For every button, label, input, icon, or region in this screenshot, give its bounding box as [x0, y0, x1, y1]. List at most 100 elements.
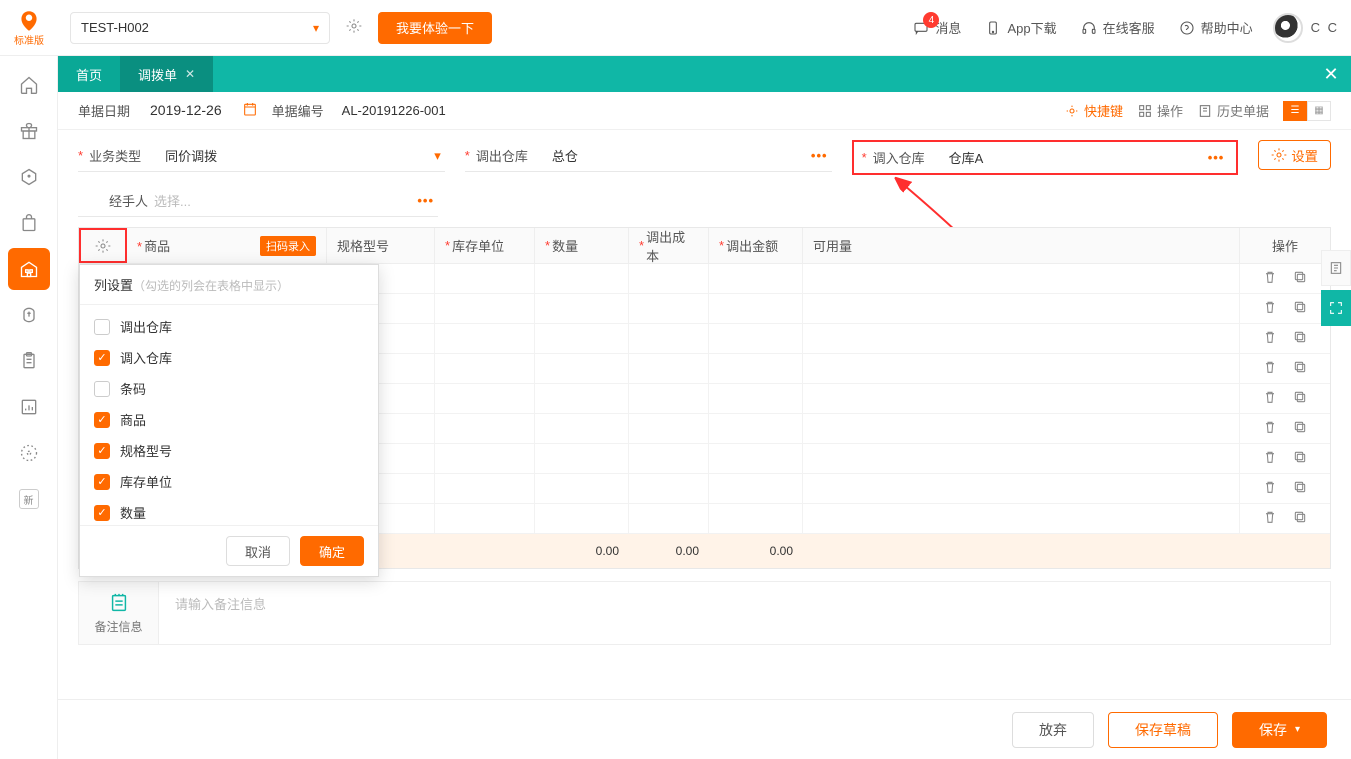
colpop-item-label: 条码 [120, 379, 146, 398]
colpop-item-label: 数量 [120, 503, 146, 522]
operate-link[interactable]: 操作 [1137, 101, 1183, 120]
copy-icon[interactable] [1292, 479, 1308, 498]
settings-button[interactable]: 设置 [1258, 140, 1331, 170]
view-list[interactable]: ☰ [1283, 101, 1307, 121]
field-out-warehouse[interactable]: *调出仓库 总仓 ••• [465, 140, 832, 172]
fullscreen-toggle[interactable] [1321, 290, 1351, 326]
rail-network[interactable] [8, 432, 50, 474]
column-settings-popover: 列设置（勾选的列会在表格中显示） 调出仓库✓调入仓库条码✓商品✓规格型号✓库存单… [79, 264, 379, 577]
close-icon[interactable]: ✕ [185, 67, 195, 81]
chevron-down-icon: ▾ [1295, 724, 1300, 735]
col-qty: *数量 [535, 228, 629, 263]
settings-icon[interactable] [346, 18, 362, 37]
date-value[interactable]: 2019-12-26 [144, 100, 228, 121]
trial-button[interactable]: 我要体验一下 [378, 12, 492, 44]
side-panel-toggle[interactable] [1321, 250, 1351, 286]
delete-icon[interactable] [1262, 419, 1278, 438]
col-unit: *库存单位 [435, 228, 535, 263]
remark-input[interactable]: 请输入备注信息 [159, 582, 1330, 644]
total-cost: 0.00 [629, 544, 709, 558]
field-in-warehouse[interactable]: *调入仓库 仓库A ••• [852, 140, 1239, 175]
save-button[interactable]: 保存▾ [1232, 712, 1327, 748]
copy-icon[interactable] [1292, 329, 1308, 348]
tab-home[interactable]: 首页 [58, 56, 120, 92]
rail-home[interactable] [8, 64, 50, 106]
colpop-item[interactable]: ✓规格型号 [80, 435, 378, 466]
colpop-cancel[interactable]: 取消 [226, 536, 290, 566]
rail-report[interactable] [8, 386, 50, 428]
rail-money[interactable] [8, 294, 50, 336]
checkbox[interactable] [94, 381, 110, 397]
field-handler[interactable]: 经手人 选择... ••• [78, 185, 438, 217]
save-draft-button[interactable]: 保存草稿 [1108, 712, 1218, 748]
rail-warehouse[interactable] [8, 248, 50, 290]
rail-new[interactable]: 新 [8, 478, 50, 520]
copy-icon[interactable] [1292, 509, 1308, 528]
colpop-item[interactable]: ✓库存单位 [80, 466, 378, 497]
history-link[interactable]: 历史单据 [1197, 101, 1269, 120]
logo-label: 标准版 [14, 32, 44, 47]
more-icon[interactable]: ••• [807, 148, 832, 163]
tab-transfer-order[interactable]: 调拨单 ✕ [120, 56, 213, 92]
checkbox[interactable]: ✓ [94, 474, 110, 490]
delete-icon[interactable] [1262, 479, 1278, 498]
rail-tag[interactable] [8, 156, 50, 198]
doc-num-value: AL-20191226-001 [342, 103, 446, 118]
copy-icon[interactable] [1292, 269, 1308, 288]
checkbox[interactable] [94, 319, 110, 335]
delete-icon[interactable] [1262, 449, 1278, 468]
online-service-link[interactable]: 在线客服 [1081, 18, 1155, 37]
copy-icon[interactable] [1292, 299, 1308, 318]
avatar[interactable] [1273, 13, 1303, 43]
checkbox[interactable]: ✓ [94, 443, 110, 459]
date-label: 单据日期 [78, 101, 130, 120]
scan-entry-button[interactable]: 扫码录入 [260, 236, 316, 256]
checkbox[interactable]: ✓ [94, 350, 110, 366]
chevron-down-icon[interactable]: ▾ [430, 148, 445, 164]
discard-button[interactable]: 放弃 [1012, 712, 1094, 748]
remark-label-box: 备注信息 [79, 582, 159, 644]
chevron-down-icon: ▾ [313, 21, 319, 35]
copy-icon[interactable] [1292, 419, 1308, 438]
checkbox[interactable]: ✓ [94, 505, 110, 521]
rail-clipboard[interactable] [8, 340, 50, 382]
shortcut-link[interactable]: 快捷键 [1064, 101, 1123, 120]
doc-num-label: 单据编号 [272, 101, 324, 120]
more-icon[interactable]: ••• [413, 193, 438, 208]
colpop-item[interactable]: ✓商品 [80, 404, 378, 435]
help-center-link[interactable]: 帮助中心 [1179, 18, 1253, 37]
view-grid[interactable]: ▦ [1307, 101, 1331, 121]
more-icon[interactable]: ••• [1204, 150, 1229, 165]
left-rail: 新 [0, 56, 58, 759]
content: 单据日期 2019-12-26 单据编号 AL-20191226-001 快捷键… [58, 92, 1351, 759]
field-biz-type[interactable]: *业务类型 同价调拨 ▾ [78, 140, 445, 172]
table: *商品 扫码录入 规格型号 *库存单位 *数量 *调出成本 *调出金额 可用量 … [78, 227, 1331, 569]
checkbox[interactable]: ✓ [94, 412, 110, 428]
delete-icon[interactable] [1262, 509, 1278, 528]
copy-icon[interactable] [1292, 389, 1308, 408]
delete-icon[interactable] [1262, 269, 1278, 288]
app-download-link[interactable]: App下载 [985, 18, 1056, 37]
column-settings-button[interactable] [79, 228, 127, 263]
delete-icon[interactable] [1262, 329, 1278, 348]
copy-icon[interactable] [1292, 359, 1308, 378]
colpop-item[interactable]: 条码 [80, 373, 378, 404]
colpop-list[interactable]: 调出仓库✓调入仓库条码✓商品✓规格型号✓库存单位✓数量单位2 [80, 305, 378, 525]
calendar-icon[interactable] [242, 101, 258, 120]
delete-icon[interactable] [1262, 359, 1278, 378]
messages-link[interactable]: 消息 4 [913, 18, 961, 37]
org-selector[interactable]: TEST-H002 ▾ [70, 12, 330, 44]
colpop-item[interactable]: 调出仓库 [80, 311, 378, 342]
colpop-ok[interactable]: 确定 [300, 536, 364, 566]
colpop-item[interactable]: ✓ 数量 [80, 497, 378, 525]
rail-bag[interactable] [8, 202, 50, 244]
col-amount: *调出金额 [709, 228, 803, 263]
rail-gift[interactable] [8, 110, 50, 152]
copy-icon[interactable] [1292, 449, 1308, 468]
delete-icon[interactable] [1262, 389, 1278, 408]
col-spec: 规格型号 [327, 228, 435, 263]
total-qty: 0.00 [535, 544, 629, 558]
tabs-close-all[interactable]: ✕ [1311, 56, 1351, 92]
colpop-item[interactable]: ✓调入仓库 [80, 342, 378, 373]
delete-icon[interactable] [1262, 299, 1278, 318]
